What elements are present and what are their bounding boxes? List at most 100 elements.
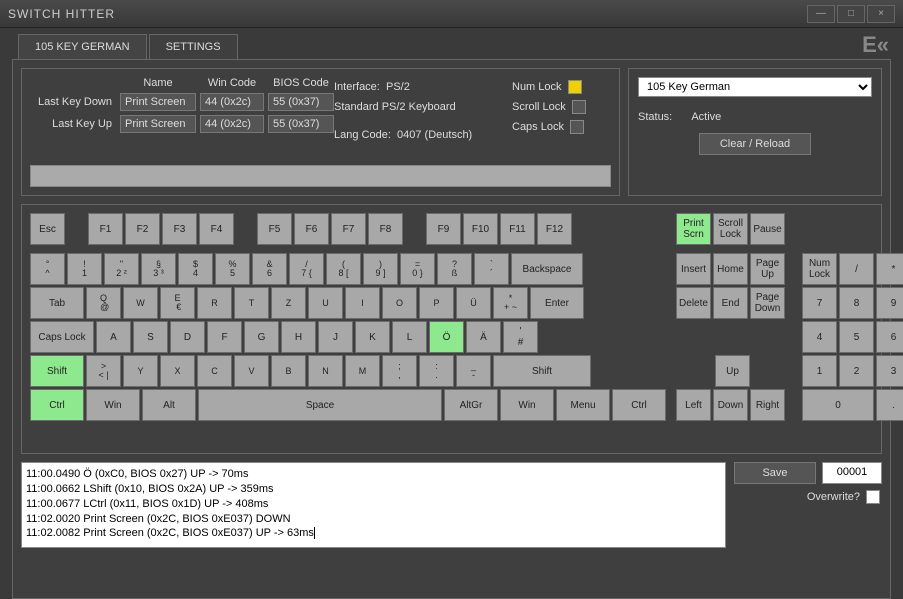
key-row2-11[interactable]: *+ ~: [493, 287, 528, 319]
key-f2[interactable]: F2: [125, 213, 160, 245]
key-home[interactable]: Home: [713, 253, 748, 285]
key-row1-11[interactable]: ?ß: [437, 253, 472, 285]
key-row3-1[interactable]: S: [133, 321, 168, 353]
key-f5[interactable]: F5: [257, 213, 292, 245]
event-log[interactable]: 11:00.0490 Ö (0xC0, BIOS 0x27) UP -> 70m…: [21, 462, 726, 548]
key-row3-7[interactable]: K: [355, 321, 390, 353]
key-num4[interactable]: 4: [802, 321, 837, 353]
key-row2-9[interactable]: P: [419, 287, 454, 319]
key-f3[interactable]: F3: [162, 213, 197, 245]
key-tab[interactable]: Tab: [30, 287, 84, 319]
key-f8[interactable]: F8: [368, 213, 403, 245]
clear-reload-button[interactable]: Clear / Reload: [699, 133, 811, 155]
key-f9[interactable]: F9: [426, 213, 461, 245]
key-row1-8[interactable]: (8 [: [326, 253, 361, 285]
key-row1-0[interactable]: °^: [30, 253, 65, 285]
key-row4-8[interactable]: :.: [419, 355, 454, 387]
key-row1-10[interactable]: =0 }: [400, 253, 435, 285]
key-row3-11[interactable]: '#: [503, 321, 538, 353]
key-enter[interactable]: Enter: [530, 287, 584, 319]
key-lalt[interactable]: Alt: [142, 389, 196, 421]
key-f7[interactable]: F7: [331, 213, 366, 245]
key-row4-0[interactable]: Y: [123, 355, 158, 387]
key-rshift[interactable]: Shift: [493, 355, 591, 387]
key-lessthan[interactable]: >< |: [86, 355, 121, 387]
key-num1[interactable]: 1: [802, 355, 837, 387]
key-lwin[interactable]: Win: [86, 389, 140, 421]
key-num3[interactable]: 3: [876, 355, 903, 387]
key-esc[interactable]: Esc: [30, 213, 65, 245]
key-row3-2[interactable]: D: [170, 321, 205, 353]
key-row3-4[interactable]: G: [244, 321, 279, 353]
key-row1-6[interactable]: &6: [252, 253, 287, 285]
key-lctrl[interactable]: Ctrl: [30, 389, 84, 421]
key-scrolllock[interactable]: Scroll Lock: [713, 213, 748, 245]
minimize-button[interactable]: —: [807, 5, 835, 23]
key-row2-0[interactable]: Q @: [86, 287, 121, 319]
key-row1-1[interactable]: !1: [67, 253, 102, 285]
key-num8[interactable]: 8: [839, 287, 874, 319]
key-numdot[interactable]: .: [876, 389, 903, 421]
key-row1-5[interactable]: %5: [215, 253, 250, 285]
key-end[interactable]: End: [713, 287, 748, 319]
key-down[interactable]: Down: [713, 389, 748, 421]
key-num5[interactable]: 5: [839, 321, 874, 353]
key-row3-9[interactable]: Ö: [429, 321, 464, 353]
key-pagedown[interactable]: Page Down: [750, 287, 785, 319]
key-row3-10[interactable]: Ä: [466, 321, 501, 353]
key-row4-2[interactable]: C: [197, 355, 232, 387]
key-printscreen[interactable]: Print Scrn: [676, 213, 711, 245]
key-rctrl[interactable]: Ctrl: [612, 389, 666, 421]
key-altgr[interactable]: AltGr: [444, 389, 498, 421]
key-left[interactable]: Left: [676, 389, 711, 421]
key-f6[interactable]: F6: [294, 213, 329, 245]
key-row4-4[interactable]: B: [271, 355, 306, 387]
key-row2-7[interactable]: I: [345, 287, 380, 319]
key-row2-6[interactable]: U: [308, 287, 343, 319]
key-row1-4[interactable]: $4: [178, 253, 213, 285]
key-row4-3[interactable]: V: [234, 355, 269, 387]
tab-layout[interactable]: 105 KEY GERMAN: [18, 34, 147, 59]
key-num7[interactable]: 7: [802, 287, 837, 319]
key-numdiv[interactable]: /: [839, 253, 874, 285]
key-num0[interactable]: 0: [802, 389, 874, 421]
key-row3-5[interactable]: H: [281, 321, 316, 353]
key-row2-4[interactable]: T: [234, 287, 269, 319]
key-row2-10[interactable]: Ü: [456, 287, 491, 319]
key-row2-5[interactable]: Z: [271, 287, 306, 319]
key-space[interactable]: Space: [198, 389, 442, 421]
key-row4-7[interactable]: ;,: [382, 355, 417, 387]
key-right[interactable]: Right: [750, 389, 785, 421]
key-row3-3[interactable]: F: [207, 321, 242, 353]
maximize-button[interactable]: □: [837, 5, 865, 23]
key-row2-2[interactable]: E €: [160, 287, 195, 319]
key-row3-6[interactable]: J: [318, 321, 353, 353]
key-delete[interactable]: Delete: [676, 287, 711, 319]
key-pageup[interactable]: Page Up: [750, 253, 785, 285]
key-row3-0[interactable]: A: [96, 321, 131, 353]
key-row4-6[interactable]: M: [345, 355, 380, 387]
key-row2-1[interactable]: W: [123, 287, 158, 319]
key-f1[interactable]: F1: [88, 213, 123, 245]
key-row1-7[interactable]: /7 {: [289, 253, 324, 285]
key-num6[interactable]: 6: [876, 321, 903, 353]
key-up[interactable]: Up: [715, 355, 750, 387]
layout-select[interactable]: 105 Key German: [638, 77, 872, 97]
key-pause[interactable]: Pause: [750, 213, 785, 245]
key-nummul[interactable]: *: [876, 253, 903, 285]
key-backspace[interactable]: Backspace: [511, 253, 583, 285]
key-row1-2[interactable]: "2 ²: [104, 253, 139, 285]
key-row1-3[interactable]: §3 ³: [141, 253, 176, 285]
key-row1-12[interactable]: `´: [474, 253, 509, 285]
key-f10[interactable]: F10: [463, 213, 498, 245]
key-f12[interactable]: F12: [537, 213, 572, 245]
key-row4-1[interactable]: X: [160, 355, 195, 387]
key-row1-9[interactable]: )9 ]: [363, 253, 398, 285]
key-row2-3[interactable]: R: [197, 287, 232, 319]
key-numlock[interactable]: Num Lock: [802, 253, 837, 285]
key-row3-8[interactable]: L: [392, 321, 427, 353]
key-row4-5[interactable]: N: [308, 355, 343, 387]
key-f11[interactable]: F11: [500, 213, 535, 245]
key-menu[interactable]: Menu: [556, 389, 610, 421]
key-lshift[interactable]: Shift: [30, 355, 84, 387]
